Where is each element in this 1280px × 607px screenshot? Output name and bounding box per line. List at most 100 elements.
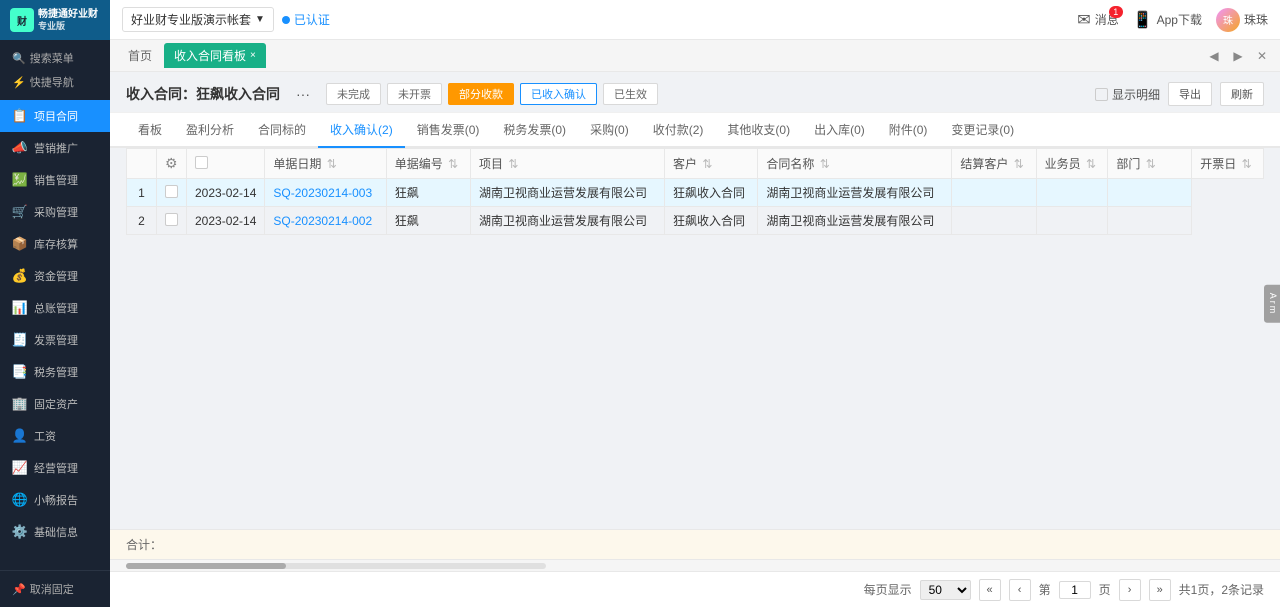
col-header-9[interactable]: 部门 ⇅ [1108, 149, 1192, 179]
inner-tab-9[interactable]: 出入库(0) [802, 113, 877, 148]
col-header-0[interactable]: ⚙ [157, 149, 187, 179]
sort-icon: ⇅ [1146, 157, 1156, 171]
table-row[interactable]: 22023-02-14SQ-20230214-002狂飙湖南卫视商业运营发展有限… [127, 207, 1264, 235]
last-page-btn[interactable]: » [1149, 579, 1171, 601]
prev-page-btn[interactable]: ‹ [1009, 579, 1031, 601]
tab-label: 收入合同看板 [174, 47, 246, 64]
nav-icon-general: 📊 [12, 300, 28, 316]
search-menu-item[interactable]: 🔍 搜索菜单 [8, 46, 102, 70]
status-btn-2[interactable]: 部分收款 [448, 83, 514, 105]
message-btn[interactable]: ✉ 1 消息 [1077, 10, 1118, 30]
nav-icon-inventory: 📦 [12, 236, 28, 252]
home-tab[interactable]: 首页 [118, 43, 162, 68]
inner-tab-5[interactable]: 税务发票(0) [491, 113, 578, 148]
row-order-1[interactable]: SQ-20230214-002 [265, 207, 386, 235]
col-header-10[interactable]: 开票日 ⇅ [1192, 149, 1264, 179]
inner-tab-0[interactable]: 看板 [126, 113, 174, 148]
col-header-4[interactable]: 项目 ⇅ [471, 149, 665, 179]
settings-gear-icon[interactable]: ⚙ [165, 155, 178, 171]
sidebar-item-sales[interactable]: 💹销售管理 [0, 164, 110, 196]
col-header-7[interactable]: 结算客户 ⇅ [952, 149, 1036, 179]
prev-tab-btn[interactable]: ◀ [1204, 46, 1224, 66]
inner-tab-3[interactable]: 收入确认(2) [318, 113, 405, 148]
tab-close-icon[interactable]: × [250, 50, 256, 61]
per-page-label: 每页显示 [864, 581, 912, 598]
nav-icon-sales: 💹 [12, 172, 28, 188]
inner-tab-11[interactable]: 变更记录(0) [939, 113, 1026, 148]
row-checkbox-1[interactable] [157, 207, 187, 235]
display-detail-checkbox-area: 显示明细 [1095, 86, 1160, 103]
topbar-left: 好业财专业版演示帐套 ▼ 已认证 [122, 7, 330, 32]
col-header-2[interactable]: 单据日期 ⇅ [265, 149, 386, 179]
refresh-btn[interactable]: 刷新 [1220, 82, 1264, 106]
inner-tab-4[interactable]: 销售发票(0) [405, 113, 492, 148]
col-header-6[interactable]: 合同名称 ⇅ [758, 149, 952, 179]
sidebar-item-tax[interactable]: 📑税务管理 [0, 356, 110, 388]
scrollbar-thumb[interactable] [126, 563, 286, 569]
inner-tab-7[interactable]: 收付款(2) [641, 113, 716, 148]
pin-toggle[interactable]: 📌 取消固定 [8, 577, 102, 601]
per-page-select[interactable]: 50 100 200 [920, 580, 971, 600]
status-btn-4[interactable]: 已生效 [603, 83, 658, 105]
phone-icon: 📱 [1133, 10, 1153, 30]
right-float-btn[interactable]: Arm [1264, 284, 1280, 323]
col-header-5[interactable]: 客户 ⇅ [665, 149, 758, 179]
sidebar-item-inventory[interactable]: 📦库存核算 [0, 228, 110, 260]
page-input[interactable] [1059, 581, 1091, 599]
sidebar-item-hr[interactable]: 👤工资 [0, 420, 110, 452]
horizontal-scrollbar[interactable] [110, 559, 1280, 571]
first-page-btn[interactable]: « [979, 579, 1001, 601]
sidebar-item-project[interactable]: 📋项目合同 [0, 100, 110, 132]
active-tab[interactable]: 收入合同看板 × [164, 43, 266, 68]
row-dept-1 [1036, 207, 1108, 235]
pin-icon: 📌 [12, 583, 26, 596]
row-salesperson-1 [952, 207, 1036, 235]
sidebar-item-basic[interactable]: ⚙️基础信息 [0, 516, 110, 548]
col-header-3[interactable]: 单据编号 ⇅ [386, 149, 470, 179]
select-all-checkbox[interactable] [195, 156, 208, 169]
sidebar-item-marketing[interactable]: 📣营销推广 [0, 132, 110, 164]
row-contract-0: 狂飙收入合同 [665, 179, 758, 207]
row-checkbox-0[interactable] [157, 179, 187, 207]
row-order-0[interactable]: SQ-20230214-003 [265, 179, 386, 207]
nav-icon-report: 🌐 [12, 492, 28, 508]
user-menu-btn[interactable]: 珠 珠珠 [1216, 8, 1268, 32]
more-btn[interactable]: ··· [290, 84, 316, 104]
col-header-8[interactable]: 业务员 ⇅ [1036, 149, 1108, 179]
status-btn-1[interactable]: 未开票 [387, 83, 442, 105]
nav-icon-purchase: 🛒 [12, 204, 28, 220]
table-area[interactable]: ⚙ 单据日期 ⇅单据编号 ⇅项目 ⇅客户 ⇅合同名称 ⇅结算客户 ⇅业务员 ⇅部门… [110, 148, 1280, 529]
contract-header-row: 收入合同：狂飙收入合同 ··· 未完成未开票部分收款已收入确认已生效 [126, 83, 658, 105]
inner-tab-8[interactable]: 其他收支(0) [715, 113, 802, 148]
nav-icon-invoice: 🧾 [12, 332, 28, 348]
table-footer: 合计： [110, 529, 1280, 559]
company-selector[interactable]: 好业财专业版演示帐套 ▼ [122, 7, 274, 32]
page-unit: 页 [1099, 581, 1111, 598]
inner-tab-1[interactable]: 盈利分析 [174, 113, 246, 148]
status-btn-3[interactable]: 已收入确认 [520, 83, 597, 105]
inner-tab-6[interactable]: 采购(0) [578, 113, 641, 148]
avatar: 珠 [1216, 8, 1240, 32]
quick-nav-item[interactable]: ⚡ 快捷导航 [8, 70, 102, 94]
sidebar-item-purchase[interactable]: 🛒采购管理 [0, 196, 110, 228]
row-contract-1: 狂飙收入合同 [665, 207, 758, 235]
close-tab-btn[interactable]: ✕ [1252, 46, 1272, 66]
app-download-btn[interactable]: 📱 App下载 [1133, 10, 1202, 30]
sidebar-item-assets[interactable]: 🏢固定资产 [0, 388, 110, 420]
data-table: ⚙ 单据日期 ⇅单据编号 ⇅项目 ⇅客户 ⇅合同名称 ⇅结算客户 ⇅业务员 ⇅部门… [126, 148, 1264, 235]
row-dept-0 [1036, 179, 1108, 207]
table-row[interactable]: 12023-02-14SQ-20230214-003狂飙湖南卫视商业运营发展有限… [127, 179, 1264, 207]
inner-tab-10[interactable]: 附件(0) [877, 113, 940, 148]
nav-icon-hr: 👤 [12, 428, 28, 444]
sidebar-item-ops[interactable]: 📈经营管理 [0, 452, 110, 484]
status-btn-0[interactable]: 未完成 [326, 83, 381, 105]
export-btn[interactable]: 导出 [1168, 82, 1212, 106]
sidebar-item-general[interactable]: 📊总账管理 [0, 292, 110, 324]
sidebar-item-invoice[interactable]: 🧾发票管理 [0, 324, 110, 356]
sidebar-item-funds[interactable]: 💰资金管理 [0, 260, 110, 292]
inner-tab-2[interactable]: 合同标的 [246, 113, 318, 148]
next-page-btn[interactable]: › [1119, 579, 1141, 601]
display-detail-checkbox[interactable] [1095, 88, 1108, 101]
sidebar-item-report[interactable]: 🌐小畅报告 [0, 484, 110, 516]
next-tab-btn[interactable]: ▶ [1228, 46, 1248, 66]
